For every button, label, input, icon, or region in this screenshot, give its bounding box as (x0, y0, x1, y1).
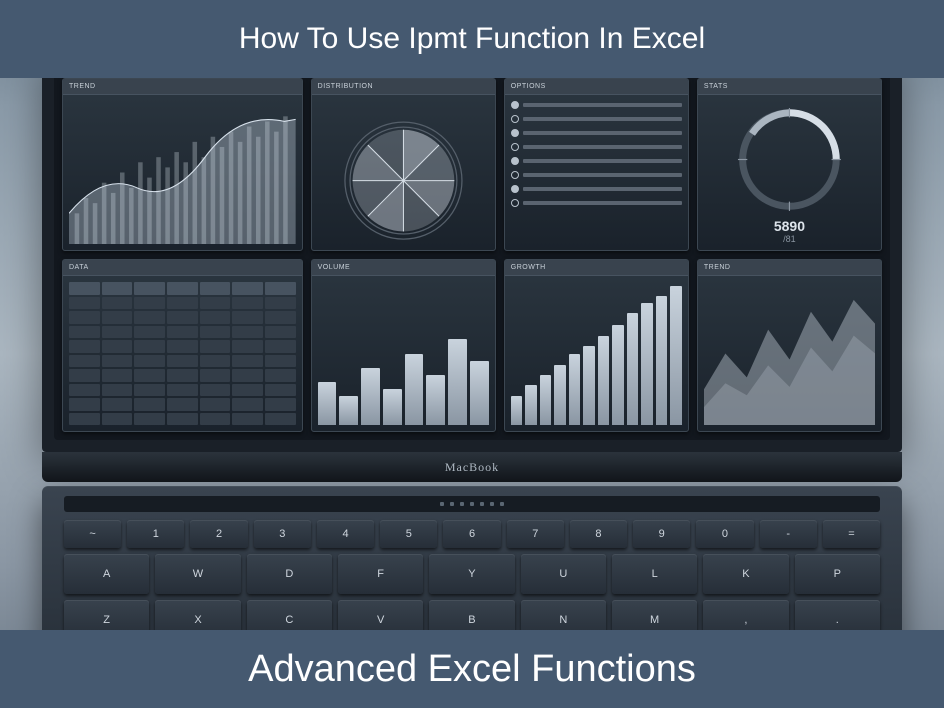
panel-trend-chart: TREND (62, 78, 303, 251)
panel-title: DATA (69, 264, 89, 271)
option-row (511, 101, 682, 109)
option-row (511, 199, 682, 207)
panel-mini-bars: VOLUME (311, 259, 496, 432)
panel-title: TREND (704, 264, 731, 271)
panel-title: VOLUME (318, 264, 351, 271)
panel-title: OPTIONS (511, 83, 546, 90)
radio-icon (511, 129, 519, 137)
option-row (511, 157, 682, 165)
touch-bar (64, 496, 880, 512)
bottom-banner-text: Advanced Excel Functions (248, 648, 696, 691)
radio-icon (511, 143, 519, 151)
gauge-chart-svg (721, 101, 858, 218)
keyboard-key: F (338, 554, 423, 594)
panel-area-chart: TREND (697, 259, 882, 432)
radio-icon (511, 185, 519, 193)
keyboard-key: Y (429, 554, 514, 594)
top-banner: How To Use Ipmt Function In Excel (0, 0, 944, 78)
radio-icon (511, 199, 519, 207)
bottom-banner: Advanced Excel Functions (0, 630, 944, 708)
keyboard-key: P (795, 554, 880, 594)
keyboard-key: 6 (443, 520, 500, 548)
radio-icon (511, 101, 519, 109)
top-banner-text: How To Use Ipmt Function In Excel (239, 22, 705, 56)
data-grid (69, 282, 296, 425)
keyboard-key: 5 (380, 520, 437, 548)
growth-bars (511, 282, 682, 425)
keyboard-key: 2 (190, 520, 247, 548)
dashboard-screen: TREND (54, 70, 890, 440)
panel-title: TREND (69, 83, 96, 90)
keyboard-key: 1 (127, 520, 184, 548)
radio-icon (511, 115, 519, 123)
keyboard-key: 4 (317, 520, 374, 548)
keyboard-row-1: ~1234567890-= (64, 520, 880, 548)
keyboard-key: 7 (507, 520, 564, 548)
keyboard-key: 3 (254, 520, 311, 548)
option-row (511, 129, 682, 137)
panel-title: STATS (704, 83, 728, 90)
keyboard-key: W (155, 554, 240, 594)
option-row (511, 171, 682, 179)
radial-chart-svg (335, 117, 472, 244)
panel-title: GROWTH (511, 264, 546, 271)
laptop-mockup: TREND (42, 58, 902, 670)
radio-icon (511, 171, 519, 179)
keyboard-key: U (521, 554, 606, 594)
keyboard-key: L (612, 554, 697, 594)
panel-title: DISTRIBUTION (318, 83, 373, 90)
gauge-sub: /81 (783, 234, 796, 244)
keyboard-row-2: AWDFYULKP (64, 554, 880, 594)
laptop-brand-label: MacBook (42, 452, 902, 482)
laptop-screen-frame: TREND (42, 58, 902, 452)
keyboard-key: = (823, 520, 880, 548)
area-chart-svg (69, 101, 296, 244)
keyboard-key: ~ (64, 520, 121, 548)
panel-radial-chart: DISTRIBUTION (311, 78, 496, 251)
keyboard-key: A (64, 554, 149, 594)
option-row (511, 185, 682, 193)
panel-gauge: STATS 5890 /81 (697, 78, 882, 251)
option-row (511, 115, 682, 123)
gauge-value: 5890 (774, 218, 805, 234)
mini-bars (318, 282, 489, 425)
option-placeholder-text (523, 103, 682, 107)
radio-icon (511, 157, 519, 165)
keyboard-key: 0 (696, 520, 753, 548)
area-chart-svg (704, 282, 875, 425)
keyboard-key: D (247, 554, 332, 594)
keyboard-key: 8 (570, 520, 627, 548)
option-row (511, 143, 682, 151)
keyboard-key: K (703, 554, 788, 594)
brand-text: MacBook (445, 460, 499, 474)
keyboard-key: - (760, 520, 817, 548)
panel-bar-chart: GROWTH (504, 259, 689, 432)
panel-options-list: OPTIONS (504, 78, 689, 251)
pinwheel-icon (352, 130, 454, 232)
panel-data-grid: DATA (62, 259, 303, 432)
keyboard-key: 9 (633, 520, 690, 548)
